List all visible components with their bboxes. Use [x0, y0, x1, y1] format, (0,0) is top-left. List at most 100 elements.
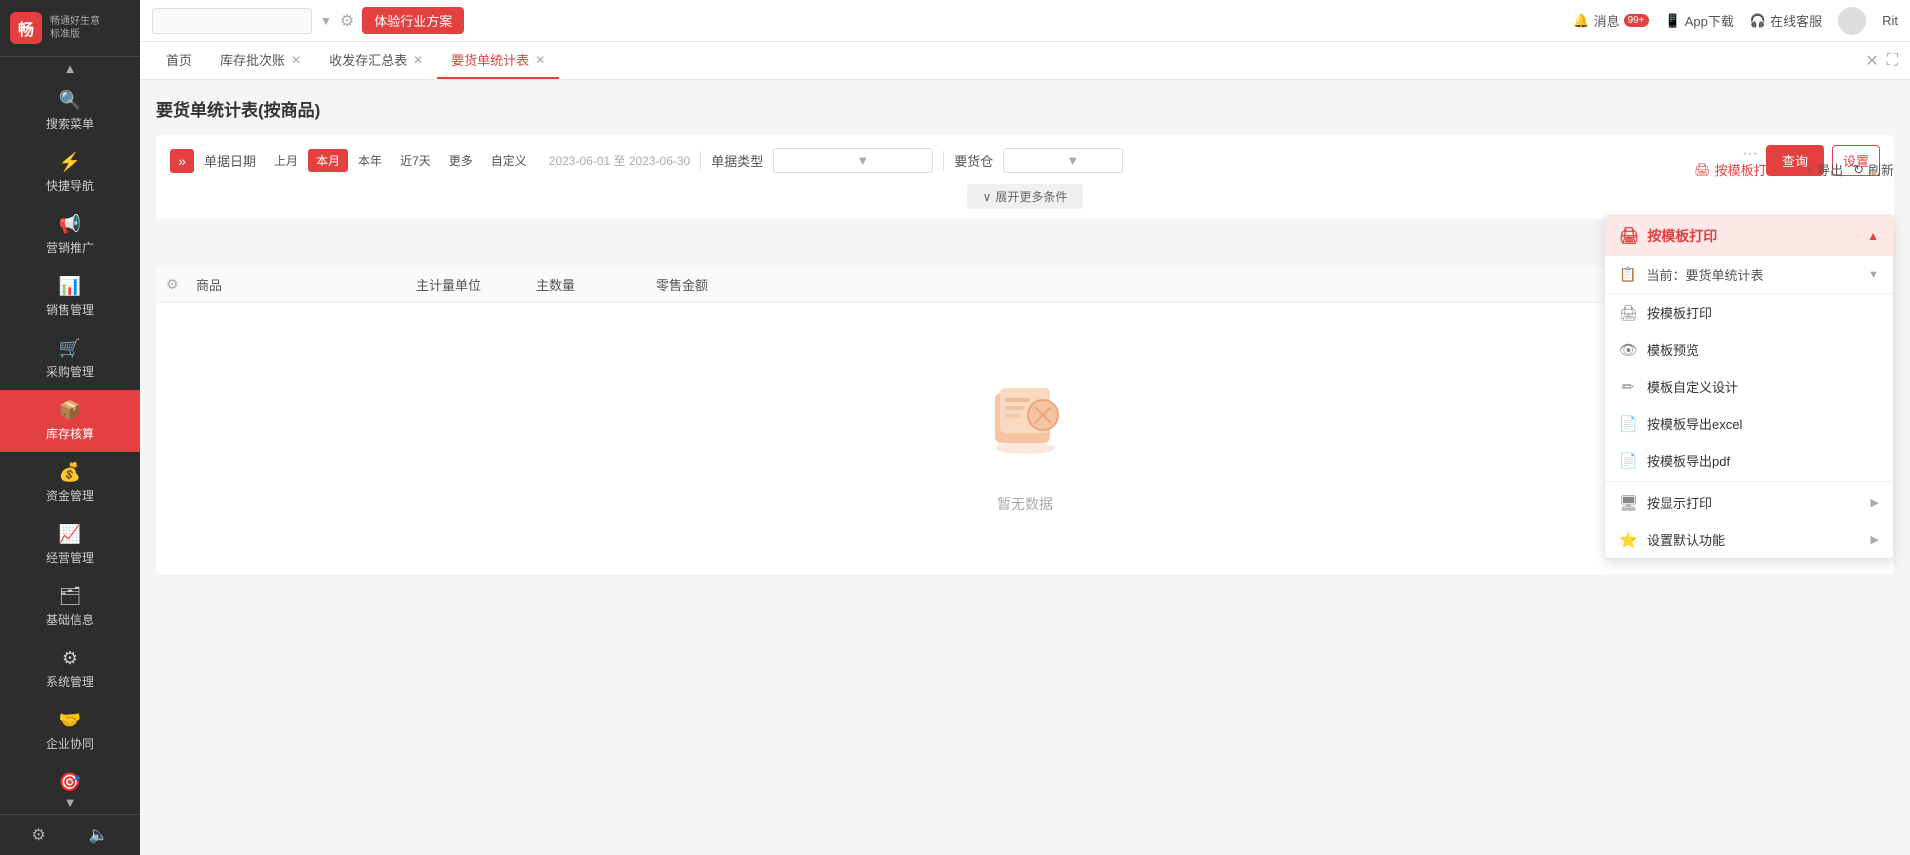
sidebar-scroll-down[interactable]: ▼: [0, 791, 140, 814]
sidebar-item-guide[interactable]: 🎯 新手引导: [0, 762, 140, 791]
logo-icon: 畅: [10, 12, 42, 44]
expand-more-btn[interactable]: ∨ 展开更多条件: [967, 184, 1084, 209]
sidebar-item-basic[interactable]: 🗂 基础信息: [0, 576, 140, 638]
sidebar-item-label: 系统管理: [46, 673, 94, 690]
sidebar-item-label: 基础信息: [46, 611, 94, 628]
box-icon: 📦: [59, 400, 81, 421]
tab-close-icon[interactable]: ✕: [1865, 51, 1878, 71]
col-settings-header: ⚙: [166, 276, 196, 293]
download-icon: 📱: [1665, 13, 1681, 29]
dropdown-close-chevron[interactable]: ▲: [1867, 229, 1879, 243]
chart-icon: 📊: [59, 276, 81, 297]
folder-icon: 🗂: [59, 586, 82, 607]
default-func-icon: ⭐: [1619, 531, 1637, 549]
require-warehouse-select[interactable]: ▼: [1003, 148, 1123, 173]
filter-expand-icon[interactable]: »: [170, 149, 194, 173]
sidebar-footer: ⚙ 🔈: [0, 814, 140, 855]
filter-bar: » 单据日期 上月 本月 本年 近7天 更多 自定义 2023-06-01 至 …: [156, 135, 1894, 219]
col-amount-header: 零售金额: [656, 275, 796, 294]
date-btn-custom[interactable]: 自定义: [483, 149, 535, 172]
dropdown-item-export-pdf[interactable]: 📄 按模板导出pdf: [1605, 442, 1893, 479]
sidebar-item-label: 快捷导航: [46, 177, 94, 194]
column-settings-icon[interactable]: ⚙: [166, 276, 179, 292]
date-btn-this-year[interactable]: 本年: [350, 149, 390, 172]
empty-illustration: [975, 363, 1075, 482]
user-avatar[interactable]: [1838, 7, 1866, 35]
date-btn-7days[interactable]: 近7天: [392, 149, 439, 172]
date-btn-this-month[interactable]: 本月: [308, 149, 348, 172]
sidebar-item-label: 营销推广: [46, 239, 94, 256]
col-unit-header: 主计量单位: [416, 275, 536, 294]
dropdown-item-template-design[interactable]: ✏ 模板自定义设计: [1605, 368, 1893, 405]
printer-header-icon: 🖨: [1619, 226, 1639, 246]
topbar-chevron-icon[interactable]: ▼: [320, 14, 332, 28]
sidebar-item-operation[interactable]: 📈 经营管理: [0, 514, 140, 576]
refresh-icon: ↻: [1853, 162, 1864, 178]
tab-collection[interactable]: 收发存汇总表 ✕: [315, 42, 437, 79]
settings-footer-icon[interactable]: ⚙: [31, 825, 45, 845]
toolbar-right: 🖨 按模板打印 ▲ ↑ 导出 ↻ 刷新: [1694, 160, 1894, 179]
dropdown-item-default-func[interactable]: ⭐ 设置默认功能 ▶: [1605, 521, 1893, 558]
tab-close-order-stat[interactable]: ✕: [535, 53, 545, 67]
dropdown-item-display-print[interactable]: 🖥 按显示打印 ▶: [1605, 484, 1893, 521]
sidebar-item-label: 采购管理: [46, 363, 94, 380]
display-print-left: 🖥 按显示打印: [1619, 493, 1712, 512]
topbar-gear-icon[interactable]: ⚙: [340, 11, 354, 31]
page-title: 要货单统计表(按商品): [156, 96, 1894, 121]
sidebar-item-quicknav[interactable]: ⚡ 快捷导航: [0, 142, 140, 204]
display-print-icon: 🖥: [1619, 494, 1637, 512]
handshake-icon: 🤝: [59, 710, 81, 731]
printer-icon: 🖨: [1694, 162, 1711, 178]
sound-icon[interactable]: 🔈: [89, 825, 109, 845]
page-content: 要货单统计表(按商品) » 单据日期 上月 本月 本年 近7天 更多 自定义 2…: [140, 80, 1910, 855]
industry-btn[interactable]: 体验行业方案: [362, 7, 464, 34]
date-buttons: 上月 本月 本年 近7天 更多 自定义: [266, 149, 535, 172]
sidebar-item-sales[interactable]: 📊 销售管理: [0, 266, 140, 328]
dropdown-item-template-preview[interactable]: 👁 模板预览: [1605, 331, 1893, 368]
sidebar-item-purchase[interactable]: 🛒 采购管理: [0, 328, 140, 390]
display-print-chevron: ▶: [1871, 496, 1879, 509]
date-range: 2023-06-01 至 2023-06-30: [549, 152, 690, 169]
excel-item-icon: 📄: [1619, 415, 1637, 433]
dropdown-current-item[interactable]: 📋 当前：要货单统计表 ▼: [1605, 256, 1893, 294]
sidebar-item-marketing[interactable]: 📢 营销推广: [0, 204, 140, 266]
money-icon: 💰: [59, 462, 81, 483]
preview-item-icon: 👁: [1619, 341, 1637, 359]
sidebar-item-collab[interactable]: 🤝 企业协同: [0, 700, 140, 762]
export-btn[interactable]: ↑ 导出: [1807, 160, 1844, 179]
doc-type-select[interactable]: ▼: [773, 148, 933, 173]
dropdown-item-export-excel[interactable]: 📄 按模板导出excel: [1605, 405, 1893, 442]
tab-order-stat[interactable]: 要货单统计表 ✕: [437, 42, 559, 79]
refresh-btn[interactable]: ↻ 刷新: [1853, 160, 1894, 179]
main-content: ▼ ⚙ 体验行业方案 🔔 消息 99+ 📱 App下载 🎧 在线客服 Rit 首…: [140, 0, 1910, 855]
sidebar-item-system[interactable]: ⚙ 系统管理: [0, 638, 140, 700]
sidebar-item-finance[interactable]: 💰 资金管理: [0, 452, 140, 514]
tab-batch[interactable]: 库存批次账 ✕: [206, 42, 315, 79]
username-label: Rit: [1882, 13, 1898, 28]
print-template-btn[interactable]: 🖨 按模板打印 ▲: [1694, 160, 1796, 179]
tab-home[interactable]: 首页: [152, 42, 206, 79]
dropdown-item-template-print[interactable]: 🖨 按模板打印: [1605, 294, 1893, 331]
topbar-search-input[interactable]: [152, 8, 312, 34]
tab-close-collection[interactable]: ✕: [413, 53, 423, 67]
megaphone-icon: 📢: [59, 214, 81, 235]
service-icon: 🎧: [1750, 13, 1766, 29]
tab-expand-icon[interactable]: ⛶: [1887, 52, 1898, 70]
default-func-chevron: ▶: [1871, 533, 1879, 546]
flash-icon: ⚡: [59, 152, 81, 173]
sidebar-item-search[interactable]: 🔍 搜索菜单: [0, 80, 140, 142]
tabs-actions: ✕ ⛶: [1865, 51, 1898, 71]
date-btn-prev-month[interactable]: 上月: [266, 149, 306, 172]
sidebar-item-label: 企业协同: [46, 735, 94, 752]
gear-icon: ⚙: [62, 648, 78, 669]
online-service-btn[interactable]: 🎧 在线客服: [1750, 11, 1822, 30]
current-template-icon: 📋: [1619, 266, 1636, 283]
app-download-btn[interactable]: 📱 App下载: [1665, 11, 1734, 30]
sidebar-item-inventory[interactable]: 📦 库存核算: [0, 390, 140, 452]
tab-close-batch[interactable]: ✕: [291, 53, 301, 67]
messages-btn[interactable]: 🔔 消息 99+: [1573, 11, 1648, 30]
sidebar-scroll-up[interactable]: ▲: [0, 57, 140, 80]
date-btn-more[interactable]: 更多: [441, 149, 481, 172]
require-label: 要货仓: [954, 151, 993, 170]
col-product-header: 商品: [196, 275, 416, 294]
